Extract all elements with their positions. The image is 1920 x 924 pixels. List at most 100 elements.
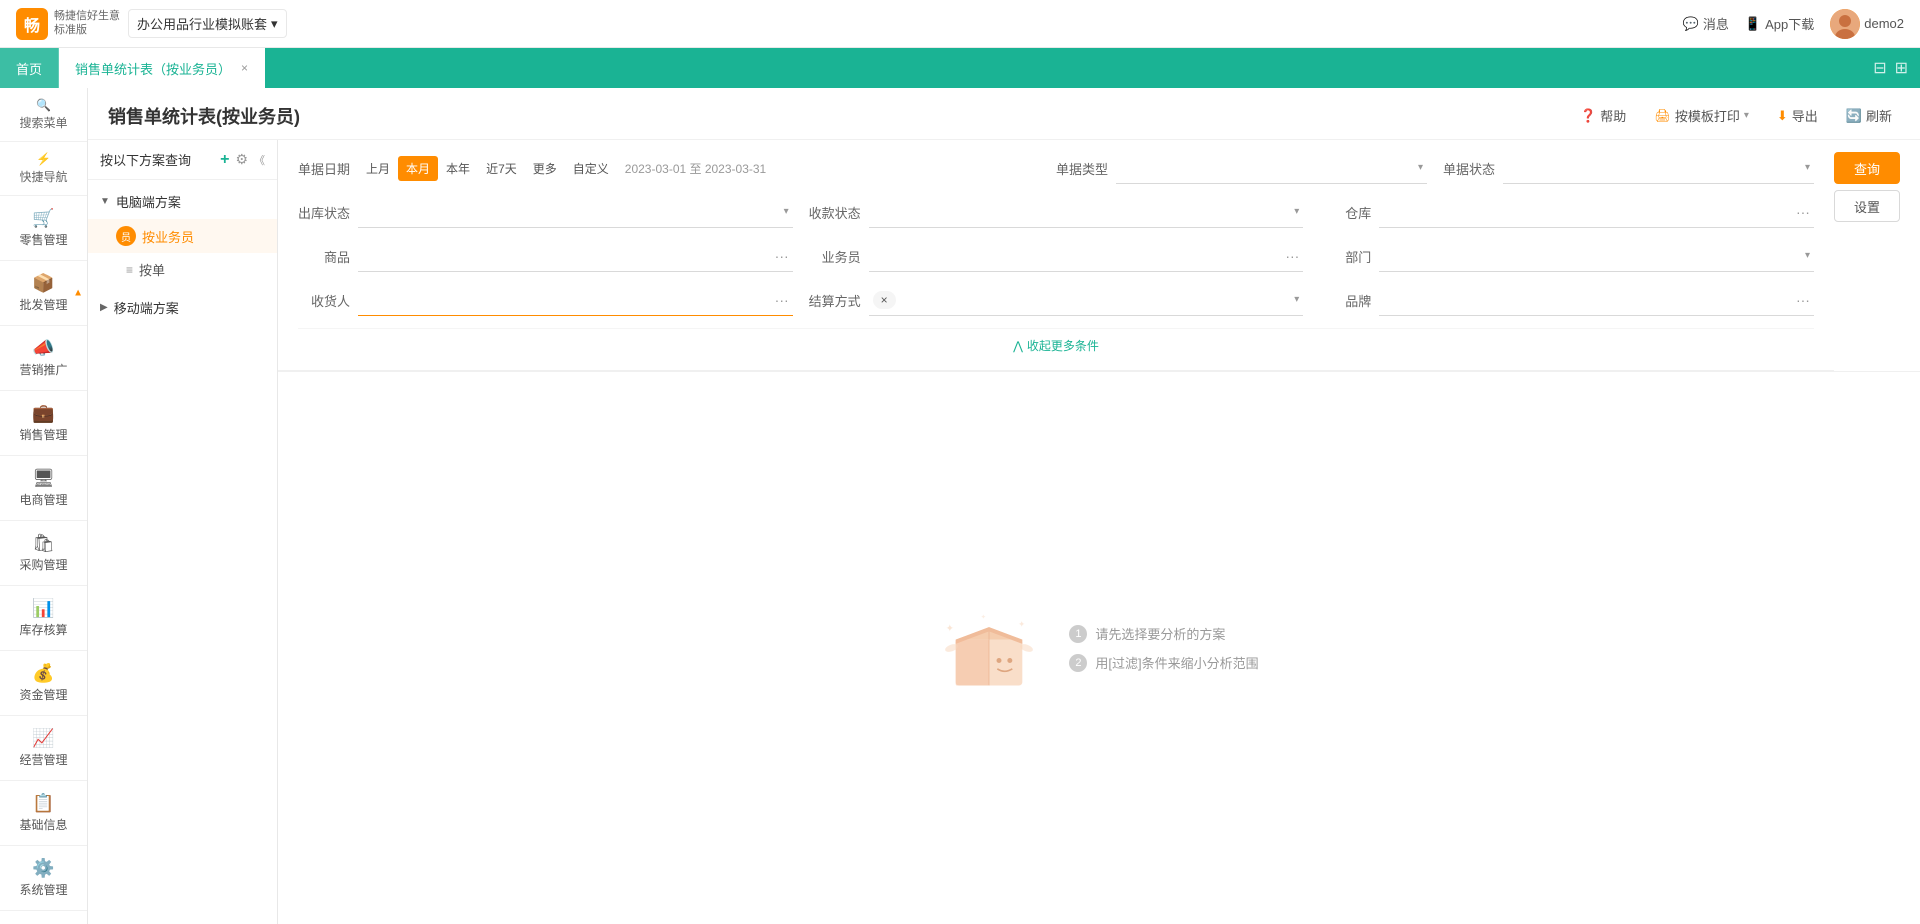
title-actions: ❓ 帮助 🖨 按模板打印 ▾ ⬇ 导出 🔄 刷新: [1572, 102, 1900, 129]
export-button[interactable]: ⬇ 导出: [1769, 102, 1826, 129]
sidebar-item-marketing[interactable]: 📣 营销推广: [0, 326, 87, 391]
scheme-mobile-group[interactable]: ▶ 移动端方案: [88, 290, 277, 325]
query-button[interactable]: 查询: [1834, 152, 1900, 184]
payment-status-arrow-icon: ▾: [1294, 206, 1299, 217]
doc-status-arrow-icon: ▾: [1805, 162, 1810, 173]
tab-sales-stat[interactable]: 销售单统计表（按业务员） ×: [59, 48, 265, 88]
scheme-sub-item-by-order[interactable]: ≡ 按单: [88, 253, 277, 286]
expand-arrow-icon: ▲: [73, 288, 83, 299]
sidebar-item-sales[interactable]: 💼 销售管理: [0, 391, 87, 456]
salesman-dots-icon[interactable]: ···: [1285, 248, 1299, 264]
minimize-icon[interactable]: ⊟: [1873, 58, 1886, 78]
payment-status-label: 收款状态: [809, 203, 861, 222]
sidebar-search[interactable]: 🔍 搜索菜单: [0, 88, 87, 142]
sidebar-item-system[interactable]: ⚙️ 系统管理: [0, 846, 87, 911]
scheme-header: 按以下方案查询 + ⚙ 《: [88, 140, 277, 180]
date-btn-custom[interactable]: 自定义: [565, 156, 617, 181]
sidebar-quick-nav[interactable]: ⚡ 快捷导航: [0, 142, 87, 196]
main-area: 🔍 搜索菜单 ⚡ 快捷导航 🛒 零售管理 📦 批发管理 ▲ 📣 营销推广 💼 销…: [0, 88, 1920, 924]
tip-1-text: 请先选择要分析的方案: [1095, 624, 1225, 643]
filter-area: 单据日期 上月 本月 本年 近7天 更多 自定义 2023-03-01 至 20…: [278, 140, 1834, 371]
scheme-settings-icon[interactable]: ⚙: [235, 151, 248, 168]
filter-salesman: 业务员 ···: [809, 240, 1304, 272]
print-button[interactable]: 🖨 按模板打印 ▾: [1646, 102, 1757, 129]
top-header: 畅 畅捷信好生意 标准版 办公用品行业模拟账套 ▾ 💬 消息 📱 App下载 d…: [0, 0, 1920, 48]
settings-button[interactable]: 设置: [1834, 190, 1900, 222]
sales-icon: 💼: [4, 403, 83, 424]
add-scheme-button[interactable]: +: [220, 151, 229, 169]
brand-dots-icon[interactable]: ···: [1796, 292, 1810, 308]
consignee-dots-icon[interactable]: ···: [775, 292, 789, 308]
message-button[interactable]: 💬 消息: [1683, 14, 1729, 33]
date-btn-last-month[interactable]: 上月: [358, 156, 398, 181]
right-buttons: 查询 设置: [1834, 140, 1920, 234]
filter-row-4: 收货人 ··· 结算方式 ×: [298, 284, 1814, 316]
collapse-button[interactable]: ⋀ 收起更多条件: [1013, 337, 1099, 354]
sidebar-item-wholesale[interactable]: 📦 批发管理 ▲: [0, 261, 87, 326]
goods-dots-icon[interactable]: ···: [775, 248, 789, 264]
date-range-display: 2023-03-01 至 2023-03-31: [625, 160, 766, 177]
filter-settlement: 结算方式 × ▾: [809, 284, 1304, 316]
filter-brand: 品牌 ···: [1319, 284, 1814, 316]
page-body: 按以下方案查询 + ⚙ 《 ▼ 电脑端方案 员 按业务员: [88, 140, 1920, 924]
download-button[interactable]: 📱 App下载: [1745, 14, 1814, 33]
tab-home[interactable]: 首页: [0, 48, 59, 88]
filter-row-3: 商品 ··· 业务员 ···: [298, 240, 1814, 272]
marketing-icon: 📣: [4, 338, 83, 359]
date-btn-7days[interactable]: 近7天: [478, 156, 525, 181]
empty-tip-2: 2 用[过滤]条件来缩小分析范围: [1069, 653, 1258, 672]
goods-input[interactable]: ···: [358, 240, 793, 272]
out-status-select[interactable]: ▾: [358, 196, 793, 228]
sidebar-item-retail[interactable]: 🛒 零售管理: [0, 196, 87, 261]
mobile-group-arrow-icon: ▶: [100, 302, 108, 313]
scheme-pc-group-title[interactable]: ▼ 电脑端方案: [88, 184, 277, 219]
collapse-row: ⋀ 收起更多条件: [298, 328, 1814, 358]
settlement-tag: ×: [873, 291, 896, 309]
logo-area: 畅 畅捷信好生意 标准版: [16, 8, 120, 40]
avatar: [1830, 9, 1860, 39]
settlement-select[interactable]: × ▾: [869, 284, 1304, 316]
sidebar-item-enterprise[interactable]: 🏢 企业协同: [0, 911, 87, 924]
doc-type-select[interactable]: ▾: [1116, 152, 1427, 184]
tip-2-number: 2: [1069, 654, 1087, 672]
empty-state-content: ✦ ✦ ✦ 1 请先选择要分析的方案 2: [939, 598, 1258, 698]
sidebar-item-inventory[interactable]: 📊 库存核算: [0, 586, 87, 651]
header-left: 畅 畅捷信好生意 标准版 办公用品行业模拟账套 ▾: [16, 8, 287, 40]
sidebar-item-finance[interactable]: 💰 资金管理: [0, 651, 87, 716]
warehouse-dots-icon[interactable]: ···: [1796, 204, 1810, 220]
date-btn-current-year[interactable]: 本年: [438, 156, 478, 181]
filter-consignee: 收货人 ···: [298, 284, 793, 316]
payment-status-select[interactable]: ▾: [869, 196, 1304, 228]
warehouse-input[interactable]: ···: [1379, 196, 1814, 228]
scheme-pc-group: ▼ 电脑端方案 员 按业务员 ≡ 按单: [88, 180, 277, 290]
doc-type-label: 单据类型: [1056, 159, 1108, 178]
doc-status-select[interactable]: ▾: [1503, 152, 1814, 184]
settlement-arrow-icon: ▾: [1294, 294, 1299, 305]
wholesale-icon: 📦: [4, 273, 83, 294]
maximize-icon[interactable]: ⊞: [1895, 58, 1908, 78]
tab-bar-end: ⊟ ⊞: [1861, 48, 1920, 88]
search-icon: 🔍: [36, 98, 51, 112]
print-icon: 🖨: [1654, 108, 1671, 124]
sidebar-item-base[interactable]: 📋 基础信息: [0, 781, 87, 846]
finance-icon: 💰: [4, 663, 83, 684]
consignee-input[interactable]: ···: [358, 284, 793, 316]
salesman-input[interactable]: ···: [869, 240, 1304, 272]
page-title: 销售单统计表(按业务员): [108, 103, 300, 129]
scheme-item-by-salesman[interactable]: 员 按业务员: [88, 219, 277, 253]
date-btn-current-month[interactable]: 本月: [398, 156, 438, 181]
date-btn-more[interactable]: 更多: [525, 156, 565, 181]
tab-bar: 首页 销售单统计表（按业务员） × ⊟ ⊞: [0, 48, 1920, 88]
empty-tips: 1 请先选择要分析的方案 2 用[过滤]条件来缩小分析范围: [1069, 624, 1258, 672]
app-selector[interactable]: 办公用品行业模拟账套 ▾: [128, 9, 287, 38]
user-profile[interactable]: demo2: [1830, 9, 1904, 39]
scheme-collapse-icon[interactable]: 《: [254, 152, 265, 168]
department-select[interactable]: ▾: [1379, 240, 1814, 272]
sidebar-item-purchase[interactable]: 🛍 采购管理: [0, 521, 87, 586]
brand-input[interactable]: ···: [1379, 284, 1814, 316]
tab-close-icon[interactable]: ×: [241, 61, 248, 75]
help-button[interactable]: ❓ 帮助: [1572, 102, 1634, 129]
sidebar-item-operation[interactable]: 📈 经营管理: [0, 716, 87, 781]
refresh-button[interactable]: 🔄 刷新: [1838, 102, 1900, 129]
sidebar-item-ecommerce[interactable]: 🖥 电商管理: [0, 456, 87, 521]
